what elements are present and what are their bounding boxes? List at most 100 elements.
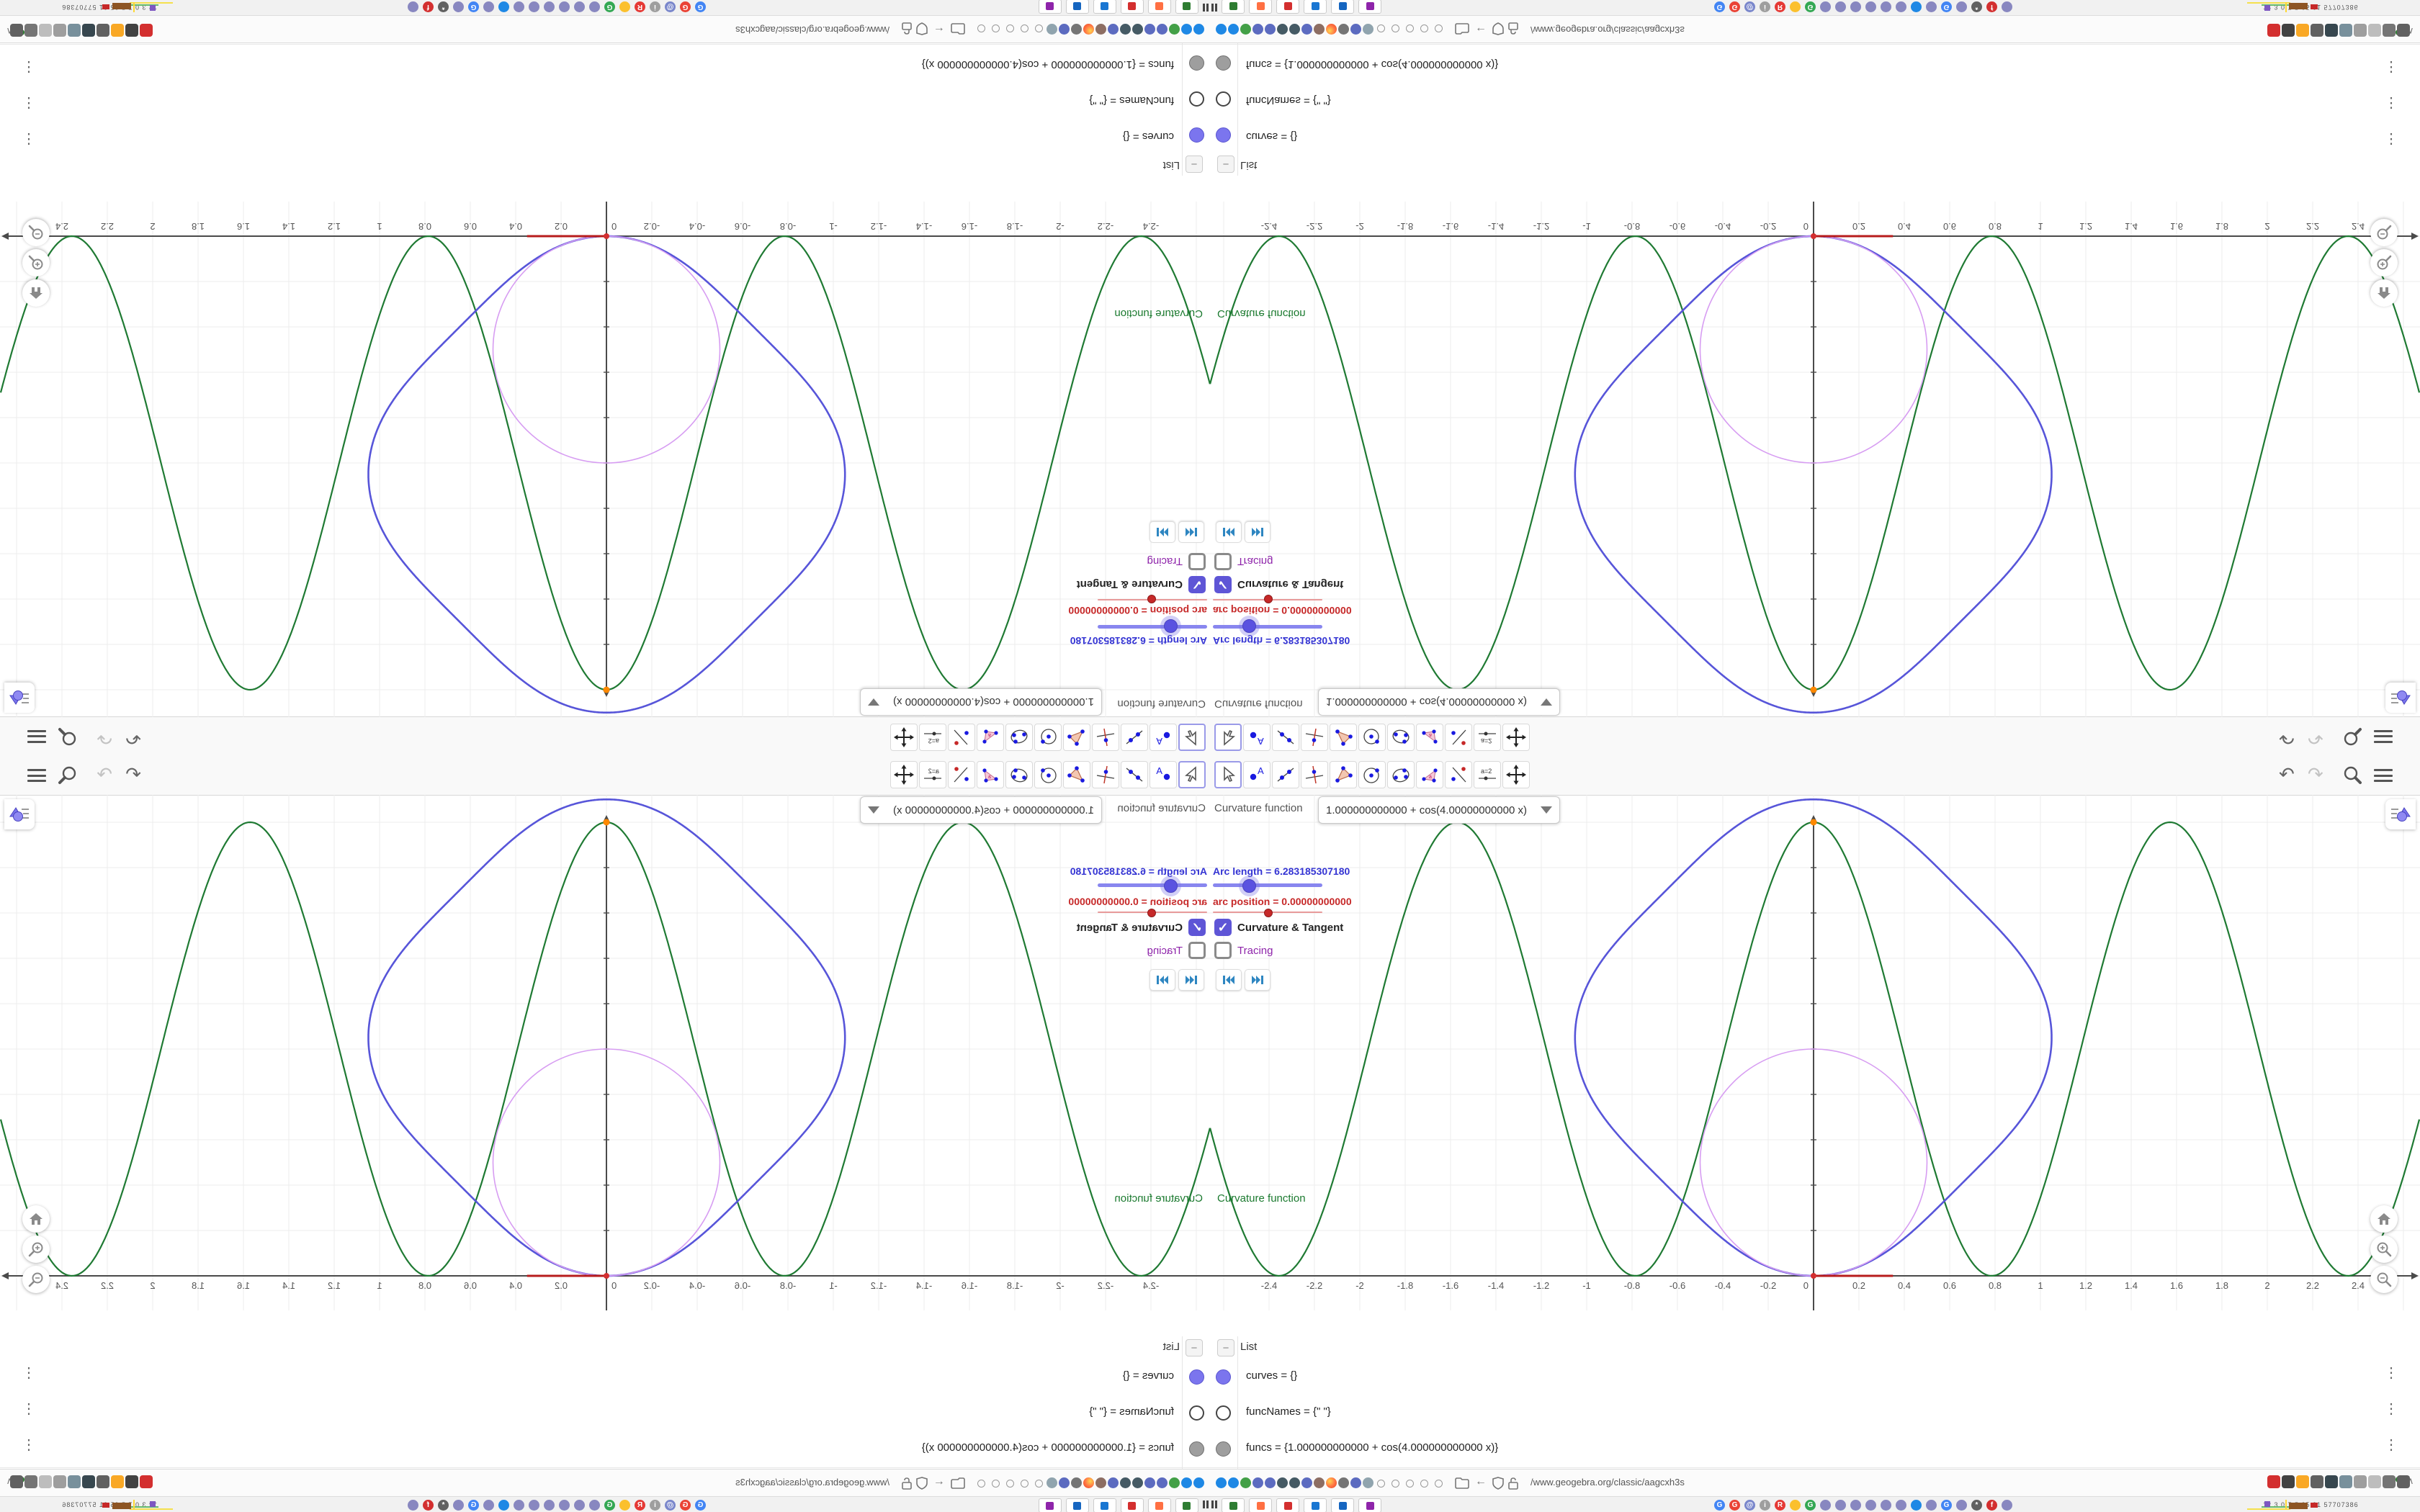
zoom-in-button[interactable] <box>22 1236 50 1263</box>
bookmark-favicon[interactable] <box>1157 24 1168 35</box>
extension-ring-icon[interactable] <box>992 1480 1000 1488</box>
search-icon[interactable] <box>58 765 78 786</box>
point-tool-button[interactable]: A <box>1150 761 1177 788</box>
move-tool-button[interactable] <box>1214 724 1242 751</box>
tab-favicon[interactable] <box>1835 1500 1846 1511</box>
tab-favicon[interactable] <box>1881 1 1891 12</box>
curvature-function-dropdown[interactable]: 1.000000000000 + cos(4.00000000000 x) <box>1318 796 1560 824</box>
perpendicular-line-tool-button[interactable] <box>1092 724 1119 751</box>
tab-favicon[interactable]: G <box>1805 1 1816 12</box>
hamburger-menu-icon[interactable] <box>2374 727 2393 743</box>
shield-icon[interactable] <box>916 1477 928 1490</box>
algebra-row-curves[interactable]: curves = {} ⋮ <box>0 1359 1210 1396</box>
pinned-tab[interactable] <box>1148 1498 1171 1512</box>
pinned-tab[interactable] <box>1331 0 1354 14</box>
collapse-list-button[interactable]: − <box>1217 156 1234 173</box>
tab-favicon[interactable] <box>1926 1500 1937 1511</box>
point-tool-button[interactable]: A <box>1243 761 1270 788</box>
arc-length-slider-thumb[interactable] <box>1242 619 1256 633</box>
line-tool-button[interactable] <box>1121 761 1148 788</box>
extension-icon[interactable] <box>24 24 37 37</box>
tab-favicon[interactable]: G <box>1714 1 1725 12</box>
bookmark-favicon[interactable] <box>1193 1477 1204 1488</box>
extension-icon[interactable] <box>2325 24 2338 37</box>
zoom-in-button[interactable] <box>22 249 50 276</box>
algebra-row-funcnames[interactable]: funcNames = {" "} ⋮ <box>0 80 1210 117</box>
bookmark-favicon[interactable] <box>1181 24 1192 35</box>
tab-favicon[interactable] <box>1865 1500 1876 1511</box>
pinned-tab[interactable] <box>1276 0 1299 14</box>
tab-favicon[interactable] <box>408 1500 418 1511</box>
extension-ring-icon[interactable] <box>1420 1480 1428 1488</box>
extension-icon[interactable] <box>2311 1475 2323 1488</box>
pinned-tab[interactable] <box>1358 1498 1381 1512</box>
pinned-tab[interactable] <box>1331 1498 1354 1512</box>
tab-favicon[interactable] <box>483 1 494 12</box>
extension-icon[interactable] <box>53 1475 66 1488</box>
url-text[interactable]: /www.geogebra.org/classic/aagcxh3s <box>735 24 889 35</box>
tab-favicon[interactable]: @ <box>1744 1500 1755 1511</box>
extension-ring-icon[interactable] <box>992 24 1000 32</box>
extension-icon[interactable] <box>140 24 153 37</box>
extension-ring-icon[interactable] <box>1420 24 1428 32</box>
extension-icon[interactable] <box>2354 24 2367 37</box>
line-tool-button[interactable] <box>1121 724 1148 751</box>
bookmark-favicon[interactable] <box>1252 1477 1263 1488</box>
home-button[interactable] <box>22 1205 50 1233</box>
tab-favicon[interactable]: G <box>1941 1500 1952 1511</box>
move-tool-button[interactable] <box>1178 761 1206 788</box>
bookmark-favicon[interactable] <box>1095 24 1106 35</box>
home-button[interactable] <box>2370 279 2398 307</box>
undo-button[interactable]: ↶ <box>125 726 141 749</box>
algebra-row-funcs[interactable]: funcs = {1.000000000000 + cos(4.00000000… <box>0 1431 1210 1468</box>
tab-favicon[interactable] <box>1820 1500 1831 1511</box>
visibility-toggle[interactable] <box>1189 91 1204 107</box>
tab-favicon[interactable]: G <box>680 1 691 12</box>
extension-icon[interactable] <box>125 24 138 37</box>
bookmark-favicon[interactable] <box>1095 1477 1106 1488</box>
zoom-out-button[interactable] <box>22 1266 50 1293</box>
redo-button[interactable]: ↷ <box>97 726 112 749</box>
zoom-out-button[interactable] <box>2370 219 2398 246</box>
extension-icon[interactable] <box>2354 1475 2367 1488</box>
home-button[interactable] <box>22 279 50 307</box>
tab-favicon[interactable] <box>1850 1500 1861 1511</box>
graphics-view[interactable]: -2.4 -2.2 -2 -1.8 -1.6 -1.4 -1.2 -1 -0.8 -0.6 -0.4… <box>1210 795 2420 1310</box>
algebra-row-funcs[interactable]: funcs = {1.000000000000 + cos(4.00000000… <box>0 44 1210 81</box>
skip-forward-button[interactable] <box>1245 521 1270 543</box>
tab-favicon[interactable] <box>574 1500 585 1511</box>
graphics-view[interactable]: -2.4 -2.2 -2 -1.8 -1.6 -1.4 -1.2 -1 -0.8 -0.6 -0.4… <box>0 795 1210 1310</box>
graphics-view[interactable]: -2.4 -2.2 -2 -1.8 -1.6 -1.4 -1.2 -1 -0.8 -0.6 -0.4… <box>0 202 1210 717</box>
extension-icon[interactable] <box>2282 1475 2295 1488</box>
back-icon[interactable]: ← <box>1475 24 1487 37</box>
row-menu-icon[interactable]: ⋮ <box>2384 95 2398 111</box>
tracing-checkbox[interactable] <box>1188 942 1206 959</box>
bookmark-favicon[interactable] <box>1108 1477 1119 1488</box>
row-menu-icon[interactable]: ⋮ <box>22 1365 36 1381</box>
bookmark-favicon[interactable] <box>1216 24 1227 35</box>
pinned-tab[interactable] <box>1121 0 1144 14</box>
extension-icon[interactable] <box>82 1475 95 1488</box>
tab-favicon[interactable]: * <box>438 1 449 12</box>
folder-icon[interactable] <box>1455 23 1469 35</box>
tab-favicon[interactable] <box>529 1 539 12</box>
bookmark-favicon[interactable] <box>1338 24 1349 35</box>
tab-favicon[interactable]: G <box>604 1500 615 1511</box>
tab-favicon[interactable] <box>408 1 418 12</box>
extension-icon[interactable] <box>68 1475 81 1488</box>
row-menu-icon[interactable]: ⋮ <box>22 59 36 75</box>
pinned-tab[interactable] <box>1175 0 1198 14</box>
home-button[interactable] <box>2370 1205 2398 1233</box>
tab-favicon[interactable]: G <box>1729 1 1740 12</box>
extension-ring-icon[interactable] <box>977 1480 985 1488</box>
arc-position-slider[interactable] <box>1098 595 1207 603</box>
extension-icon[interactable] <box>2267 24 2280 37</box>
tab-favicon[interactable]: * <box>438 1500 449 1511</box>
redo-button[interactable]: ↷ <box>97 763 112 786</box>
bookmark-favicon[interactable] <box>1228 24 1239 35</box>
bookmark-favicon[interactable] <box>1326 1477 1337 1488</box>
extension-icon[interactable] <box>2397 24 2410 37</box>
tab-favicon[interactable]: f <box>1986 1 1997 12</box>
bookmark-favicon[interactable] <box>1120 1477 1131 1488</box>
perpendicular-line-tool-button[interactable] <box>1301 761 1328 788</box>
